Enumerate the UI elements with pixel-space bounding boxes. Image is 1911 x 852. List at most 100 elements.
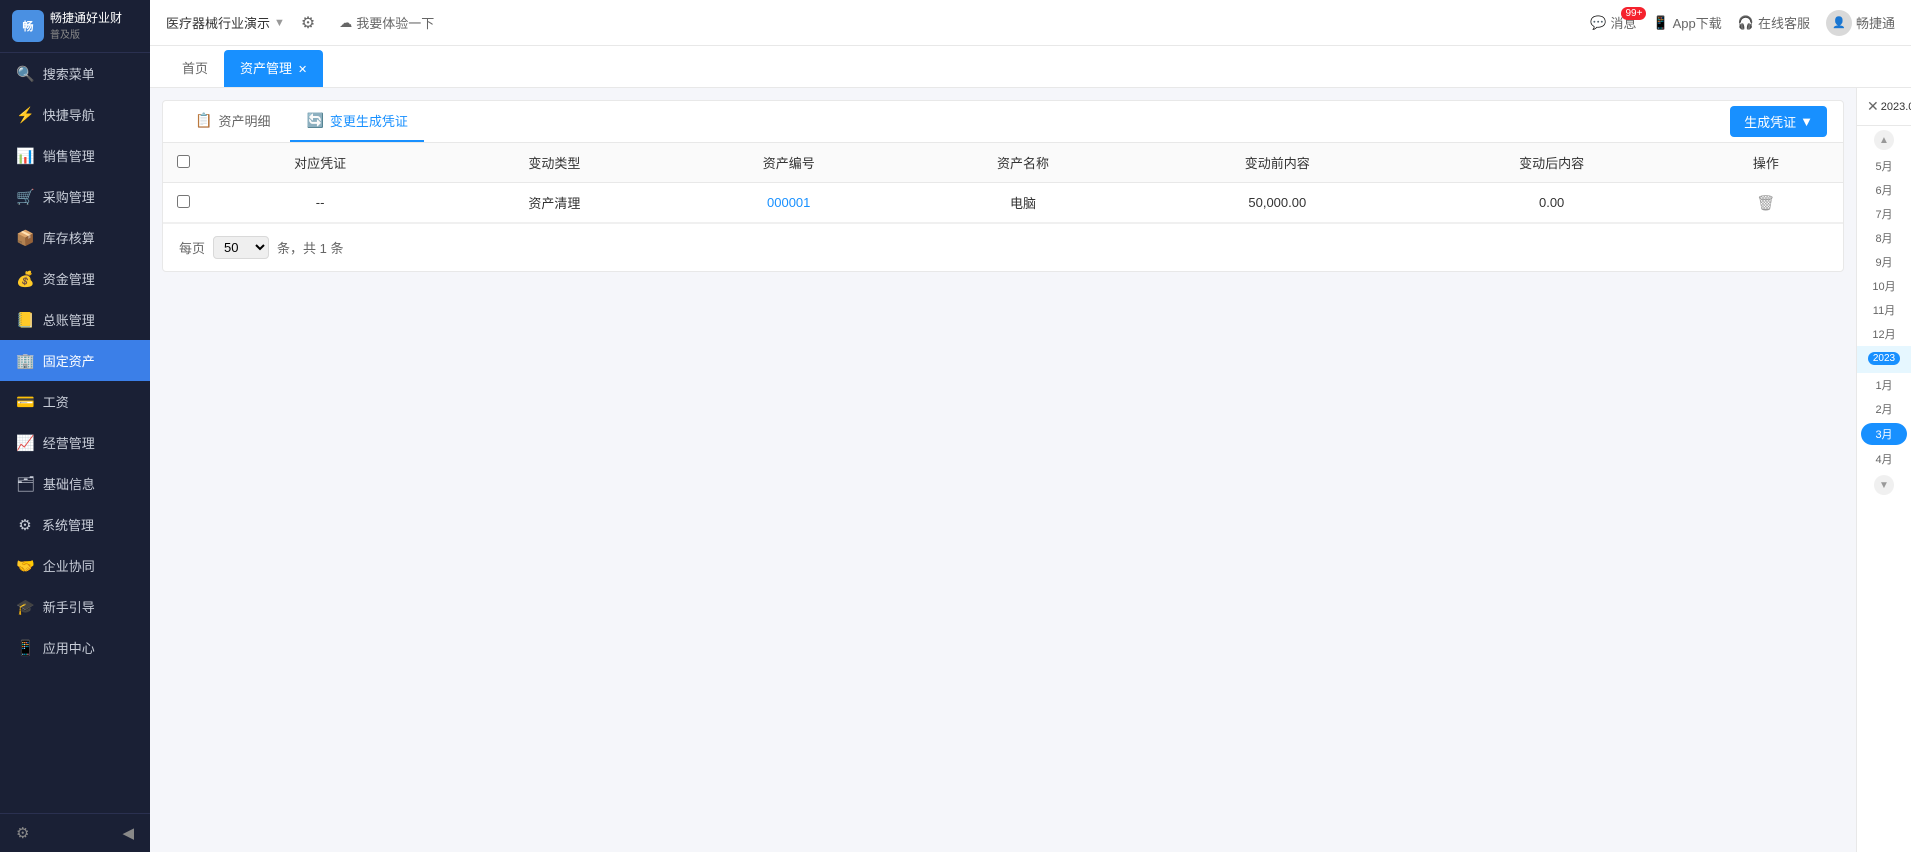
nav-label: 企业协同 bbox=[43, 556, 95, 575]
header-left: 医疗器械行业演示 ▼ ⚙ ☁ 我要体验一下 bbox=[166, 13, 434, 33]
nav-label: 采购管理 bbox=[43, 187, 95, 206]
scroll-up-button[interactable]: ▲ bbox=[1857, 126, 1911, 154]
per-page-select[interactable]: 102050100 bbox=[213, 236, 269, 259]
nav-label: 应用中心 bbox=[43, 638, 95, 657]
sidebar-item-企业协同[interactable]: 🤝 企业协同 bbox=[0, 545, 150, 586]
tab-close-icon[interactable]: ✕ bbox=[298, 64, 307, 76]
sidebar-item-采购管理[interactable]: 🛒 采购管理 bbox=[0, 176, 150, 217]
experience-button[interactable]: ☁ 我要体验一下 bbox=[339, 13, 434, 32]
close-panel-button[interactable]: ✕ bbox=[1865, 96, 1881, 117]
nav-icon: 🗂 bbox=[16, 475, 35, 493]
cell-before: 50,000.00 bbox=[1140, 183, 1414, 223]
sidebar-item-工资[interactable]: 💳 工资 bbox=[0, 381, 150, 422]
nav-label: 系统管理 bbox=[42, 515, 94, 534]
scroll-down-button[interactable]: ▼ bbox=[1857, 471, 1911, 499]
sub-tab-变更生成凭证[interactable]: 🔄 变更生成凭证 bbox=[290, 101, 423, 142]
nav-label: 快捷导航 bbox=[43, 105, 95, 124]
nav-icon: 🎓 bbox=[16, 598, 35, 616]
company-selector[interactable]: 医疗器械行业演示 ▼ bbox=[166, 13, 285, 32]
nav-icon: 📈 bbox=[16, 434, 35, 452]
sidebar-item-快捷导航[interactable]: ⚡ 快捷导航 bbox=[0, 94, 150, 135]
main-wrapper: 医疗器械行业演示 ▼ ⚙ ☁ 我要体验一下 💬 消息 99+ 📱 App下载 🎧… bbox=[150, 0, 1911, 852]
col-header-操作: 操作 bbox=[1689, 143, 1843, 183]
total-count: 条，共 1 条 bbox=[277, 238, 343, 257]
sidebar-item-新手引导[interactable]: 🎓 新手引导 bbox=[0, 586, 150, 627]
header-right: 💬 消息 99+ 📱 App下载 🎧 在线客服 👤 畅捷通 bbox=[1590, 10, 1895, 36]
message-icon: 💬 bbox=[1590, 15, 1606, 31]
timeline-month-2月[interactable]: 2月 bbox=[1857, 397, 1911, 421]
sidebar-item-基础信息[interactable]: 🗂 基础信息 bbox=[0, 463, 150, 504]
sidebar-item-应用中心[interactable]: 📱 应用中心 bbox=[0, 627, 150, 668]
timeline-month-10月[interactable]: 10月 bbox=[1857, 274, 1911, 298]
company-name: 医疗器械行业演示 bbox=[166, 13, 270, 32]
nav-icon: ⚙ bbox=[16, 516, 34, 534]
timeline-month-5月[interactable]: 5月 bbox=[1857, 154, 1911, 178]
sidebar-item-销售管理[interactable]: 📊 销售管理 bbox=[0, 135, 150, 176]
sidebar-item-经营管理[interactable]: 📈 经营管理 bbox=[0, 422, 150, 463]
timeline-month-1月[interactable]: 1月 bbox=[1857, 373, 1911, 397]
sub-tab-label: 变更生成凭证 bbox=[330, 111, 408, 130]
sidebar-item-库存核算[interactable]: 📦 库存核算 bbox=[0, 217, 150, 258]
timeline-month-7月[interactable]: 7月 bbox=[1857, 202, 1911, 226]
select-all-cell bbox=[163, 143, 203, 183]
nav-icon: 🏢 bbox=[16, 352, 35, 370]
nav-icon: 📊 bbox=[16, 147, 35, 165]
dropdown-arrow-icon: ▼ bbox=[1800, 114, 1813, 129]
app-logo: 畅 畅捷通好业财 普及版 bbox=[0, 0, 150, 53]
online-service-button[interactable]: 🎧 在线客服 bbox=[1738, 13, 1810, 32]
timeline-year-2023[interactable]: 2023 bbox=[1857, 346, 1911, 373]
table-wrapper: 对应凭证变动类型资产编号资产名称变动前内容变动后内容操作 -- 资产清理 000… bbox=[163, 143, 1843, 223]
scroll-down-icon: ▼ bbox=[1874, 475, 1894, 495]
messages-button[interactable]: 💬 消息 99+ bbox=[1590, 13, 1636, 32]
cell-after: 0.00 bbox=[1414, 183, 1688, 223]
scroll-up-icon: ▲ bbox=[1874, 130, 1894, 150]
sidebar-item-资金管理[interactable]: 💰 资金管理 bbox=[0, 258, 150, 299]
row-checkbox[interactable] bbox=[177, 195, 190, 208]
collapse-icon[interactable]: ◀ bbox=[122, 824, 134, 842]
select-all-checkbox[interactable] bbox=[177, 155, 190, 168]
header-settings-icon[interactable]: ⚙ bbox=[301, 13, 315, 33]
timeline-month-8月[interactable]: 8月 bbox=[1857, 226, 1911, 250]
pagination: 每页 102050100 条，共 1 条 bbox=[163, 223, 1843, 271]
row-checkbox-cell bbox=[163, 183, 203, 223]
col-header-变动后内容: 变动后内容 bbox=[1414, 143, 1688, 183]
tab-首页[interactable]: 首页 bbox=[166, 50, 224, 87]
download-icon: 📱 bbox=[1652, 15, 1668, 31]
timeline-month-4月[interactable]: 4月 bbox=[1857, 447, 1911, 471]
timeline-month-6月[interactable]: 6月 bbox=[1857, 178, 1911, 202]
delete-icon[interactable]: 🗑 bbox=[1756, 195, 1775, 212]
sidebar-item-搜索菜单[interactable]: 🔍 搜索菜单 bbox=[0, 53, 150, 94]
sidebar-item-总账管理[interactable]: 📒 总账管理 bbox=[0, 299, 150, 340]
cell-asset-code[interactable]: 000001 bbox=[672, 183, 906, 223]
data-table: 对应凭证变动类型资产编号资产名称变动前内容变动后内容操作 -- 资产清理 000… bbox=[163, 143, 1843, 223]
timeline-month-9月[interactable]: 9月 bbox=[1857, 250, 1911, 274]
tab-资产管理[interactable]: 资产管理 ✕ bbox=[224, 50, 323, 87]
settings-icon[interactable]: ⚙ bbox=[16, 824, 29, 842]
timeline-month-active[interactable]: 3月 bbox=[1861, 423, 1907, 445]
nav-label: 新手引导 bbox=[43, 597, 95, 616]
nav-icon: ⚡ bbox=[16, 106, 35, 124]
message-badge: 99+ bbox=[1621, 7, 1646, 20]
col-header-资产编号: 资产编号 bbox=[672, 143, 906, 183]
nav-icon: 🤝 bbox=[16, 557, 35, 575]
right-panel: ✕ 2023.03 ⛶ ▲ 5月6月7月8月9月10月11月12月 2023 1月2… bbox=[1856, 88, 1911, 852]
timeline-month-11月[interactable]: 11月 bbox=[1857, 298, 1911, 322]
nav-icon: 📒 bbox=[16, 311, 35, 329]
tab-label: 首页 bbox=[182, 61, 208, 76]
user-menu[interactable]: 👤 畅捷通 bbox=[1826, 10, 1895, 36]
tab-label: 资产管理 bbox=[240, 61, 292, 76]
cell-action: 🗑 bbox=[1689, 183, 1843, 223]
sidebar-item-固定资产[interactable]: 🏢 固定资产 bbox=[0, 340, 150, 381]
sub-tab-资产明细[interactable]: 📋 资产明细 bbox=[179, 101, 286, 142]
nav-icon: 📦 bbox=[16, 229, 35, 247]
generate-voucher-button[interactable]: 生成凭证 ▼ bbox=[1730, 106, 1827, 137]
timeline-month-12月[interactable]: 12月 bbox=[1857, 322, 1911, 346]
nav-label: 资金管理 bbox=[43, 269, 95, 288]
right-panel-header: ✕ 2023.03 ⛶ bbox=[1857, 88, 1911, 126]
table-row: -- 资产清理 000001 电脑 50,000.00 0.00 🗑 bbox=[163, 183, 1843, 223]
year-badge: 2023 bbox=[1868, 352, 1900, 365]
sidebar-item-系统管理[interactable]: ⚙ 系统管理 bbox=[0, 504, 150, 545]
nav-icon: 💰 bbox=[16, 270, 35, 288]
sub-tab-icon: 🔄 bbox=[306, 112, 323, 129]
app-download-button[interactable]: 📱 App下载 bbox=[1652, 13, 1721, 32]
